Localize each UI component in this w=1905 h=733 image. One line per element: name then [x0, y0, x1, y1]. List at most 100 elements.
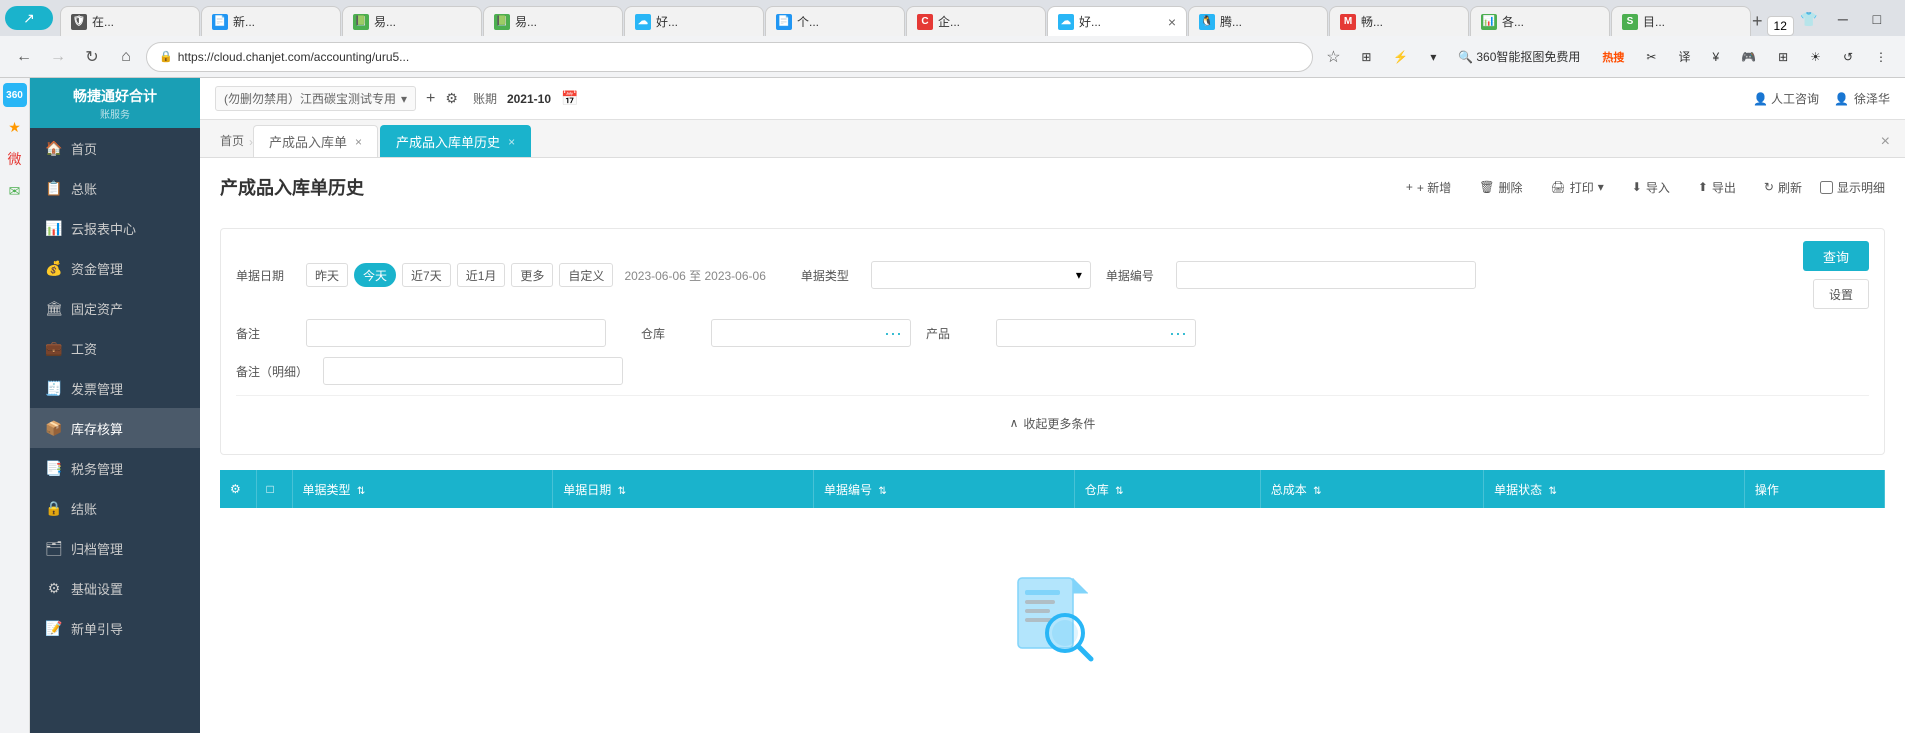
tab-10[interactable]: M 畅... [1329, 6, 1469, 36]
filter-settings-button[interactable]: 设置 [1813, 279, 1869, 309]
tab-count[interactable]: 12 [1767, 16, 1794, 36]
refresh-button[interactable]: ↻ 刷新 [1754, 173, 1812, 201]
tab-6[interactable]: 📄 个... [765, 6, 905, 36]
home-button[interactable]: ⌂ [112, 43, 140, 71]
forward-button[interactable]: → [44, 43, 72, 71]
panel-close-button[interactable]: × [1881, 133, 1890, 157]
show-cols-checkbox[interactable] [1820, 181, 1833, 194]
icon-bar-360[interactable]: 360 [3, 83, 27, 107]
tab-4[interactable]: 📗 易... [483, 6, 623, 36]
calendar-icon[interactable]: 📅 [561, 90, 578, 107]
undo-button[interactable]: ↺ [1835, 43, 1861, 71]
lightning-button[interactable]: ⚡ [1385, 43, 1416, 71]
th-number[interactable]: 单据编号 ⇅ [813, 470, 1074, 508]
type-select[interactable]: ▾ [871, 261, 1091, 289]
tab-8[interactable]: ☁ 好... × [1047, 6, 1187, 36]
yuan-button[interactable]: ¥ [1704, 43, 1727, 71]
tab-history-close[interactable]: × [508, 135, 515, 149]
icon-bar-email[interactable]: ✉ [3, 179, 27, 203]
add-button[interactable]: + + 新增 [1396, 173, 1461, 201]
print-button[interactable]: 🖨 打印 ▾ [1540, 173, 1613, 201]
th-status[interactable]: 单据状态 ⇅ [1484, 470, 1745, 508]
dropdown-button[interactable]: ▾ [1422, 43, 1444, 71]
tab-8-close[interactable]: × [1162, 14, 1176, 30]
brightness-button[interactable]: ☀ [1802, 43, 1829, 71]
export-button[interactable]: ⬆ 导出 [1688, 173, 1746, 201]
icon-bar-weibo[interactable]: 微 [3, 147, 27, 171]
search-bar[interactable]: 🔍 360智能抠图免费用 [1450, 43, 1588, 71]
bookmark-button[interactable]: ☆ [1319, 43, 1347, 71]
tab-9[interactable]: 🐧 腾... [1188, 6, 1328, 36]
scissors-icon[interactable]: ✂ [1638, 43, 1664, 71]
delete-button[interactable]: 🗑 删除 [1469, 173, 1532, 201]
sidebar-item-newdoc[interactable]: 📝 新单引导 [30, 608, 200, 648]
preset-custom[interactable]: 自定义 [559, 263, 613, 287]
tab-list[interactable]: 产成品入库单 × [253, 125, 378, 157]
sidebar-item-home[interactable]: 🏠 首页 [30, 128, 200, 168]
sidebar-item-ledger[interactable]: 📋 总账 [30, 168, 200, 208]
preset-7days[interactable]: 近7天 [402, 263, 451, 287]
human-service-button[interactable]: 👤 人工咨询 [1753, 90, 1819, 107]
translate-button[interactable]: 译 [1670, 43, 1698, 71]
preset-today[interactable]: 今天 [354, 263, 396, 287]
remarks-input[interactable] [306, 319, 606, 347]
back-button[interactable]: ← [10, 43, 38, 71]
sidebar-item-tax[interactable]: 📑 税务管理 [30, 448, 200, 488]
collapse-button[interactable]: ∧ 收起更多条件 [993, 409, 1113, 437]
th-total-cost[interactable]: 总成本 ⇅ [1260, 470, 1483, 508]
tab-11[interactable]: 📊 各... [1470, 6, 1610, 36]
org-selector[interactable]: (勿删勿禁用）江西碳宝测试专用 ▾ [215, 86, 416, 111]
sidebar-item-archive[interactable]: 🗂 归档管理 [30, 528, 200, 568]
th-date[interactable]: 单据日期 ⇅ [553, 470, 814, 508]
warehouse-select[interactable]: ··· [711, 319, 911, 347]
preset-1month[interactable]: 近1月 [457, 263, 506, 287]
settings-org-button[interactable]: ⚙ [445, 90, 458, 107]
preset-yesterday[interactable]: 昨天 [306, 263, 348, 287]
hot-search-badge[interactable]: 热搜 [1594, 43, 1632, 71]
extensions-button[interactable]: ⊞ [1353, 43, 1379, 71]
sidebar-item-closing[interactable]: 🔒 结账 [30, 488, 200, 528]
tab-list-close[interactable]: × [355, 135, 362, 149]
grid-view-button[interactable]: ⊞ [1770, 43, 1796, 71]
show-cols-toggle[interactable]: 显示明细 [1820, 179, 1885, 196]
minimize-button[interactable]: ─ [1828, 8, 1858, 30]
th-checkbox[interactable]: □ [256, 470, 292, 508]
query-button[interactable]: 查询 [1803, 241, 1869, 271]
shirt-icon[interactable]: 👕 [1794, 8, 1824, 30]
th-type[interactable]: 单据类型 ⇅ [292, 470, 553, 508]
tab-5[interactable]: ☁ 好... [624, 6, 764, 36]
close-button[interactable]: × [1896, 8, 1905, 30]
number-input[interactable] [1176, 261, 1476, 289]
reload-button[interactable]: ↻ [78, 43, 106, 71]
remarks-detail-input[interactable] [323, 357, 623, 385]
new-tab-button[interactable]: + [1752, 6, 1763, 36]
more-button[interactable]: ⋮ [1867, 43, 1895, 71]
tab-2[interactable]: 📄 新... [201, 6, 341, 36]
product-select[interactable]: ··· [996, 319, 1196, 347]
add-org-button[interactable]: + [426, 90, 435, 108]
th-warehouse[interactable]: 仓库 ⇅ [1074, 470, 1260, 508]
browser-logo[interactable]: ↗ [5, 6, 53, 30]
url-bar[interactable]: 🔒 https://cloud.chanjet.com/accounting/u… [146, 42, 1313, 72]
sidebar-item-funds[interactable]: 💰 资金管理 [30, 248, 200, 288]
tab-7[interactable]: C 企... [906, 6, 1046, 36]
sidebar-item-inventory[interactable]: 📦 库存核算 [30, 408, 200, 448]
maximize-button[interactable]: □ [1862, 8, 1892, 30]
preset-more[interactable]: 更多 [511, 263, 553, 287]
sidebar-item-settings[interactable]: ⚙ 基础设置 [30, 568, 200, 608]
th-settings[interactable]: ⚙ [220, 470, 256, 508]
sidebar-item-report[interactable]: 📊 云报表中心 [30, 208, 200, 248]
tab-12[interactable]: S 目... [1611, 6, 1751, 36]
tab-1[interactable]: 🛡 在... [60, 6, 200, 36]
breadcrumb-home[interactable]: 首页 [215, 132, 249, 157]
tab-3[interactable]: 📗 易... [342, 6, 482, 36]
sidebar-item-invoice[interactable]: 🧾 发票管理 [30, 368, 200, 408]
tab-history[interactable]: 产成品入库单历史 × [380, 125, 531, 157]
icon-bar-star[interactable]: ★ [3, 115, 27, 139]
type-filter-label: 单据类型 [801, 267, 856, 284]
import-button[interactable]: ⬇ 导入 [1622, 173, 1680, 201]
gamepad-button[interactable]: 🎮 [1733, 43, 1764, 71]
user-info[interactable]: 👤 徐泽华 [1834, 90, 1890, 107]
sidebar-item-salary[interactable]: 💼 工资 [30, 328, 200, 368]
sidebar-item-fixed[interactable]: 🏛 固定资产 [30, 288, 200, 328]
